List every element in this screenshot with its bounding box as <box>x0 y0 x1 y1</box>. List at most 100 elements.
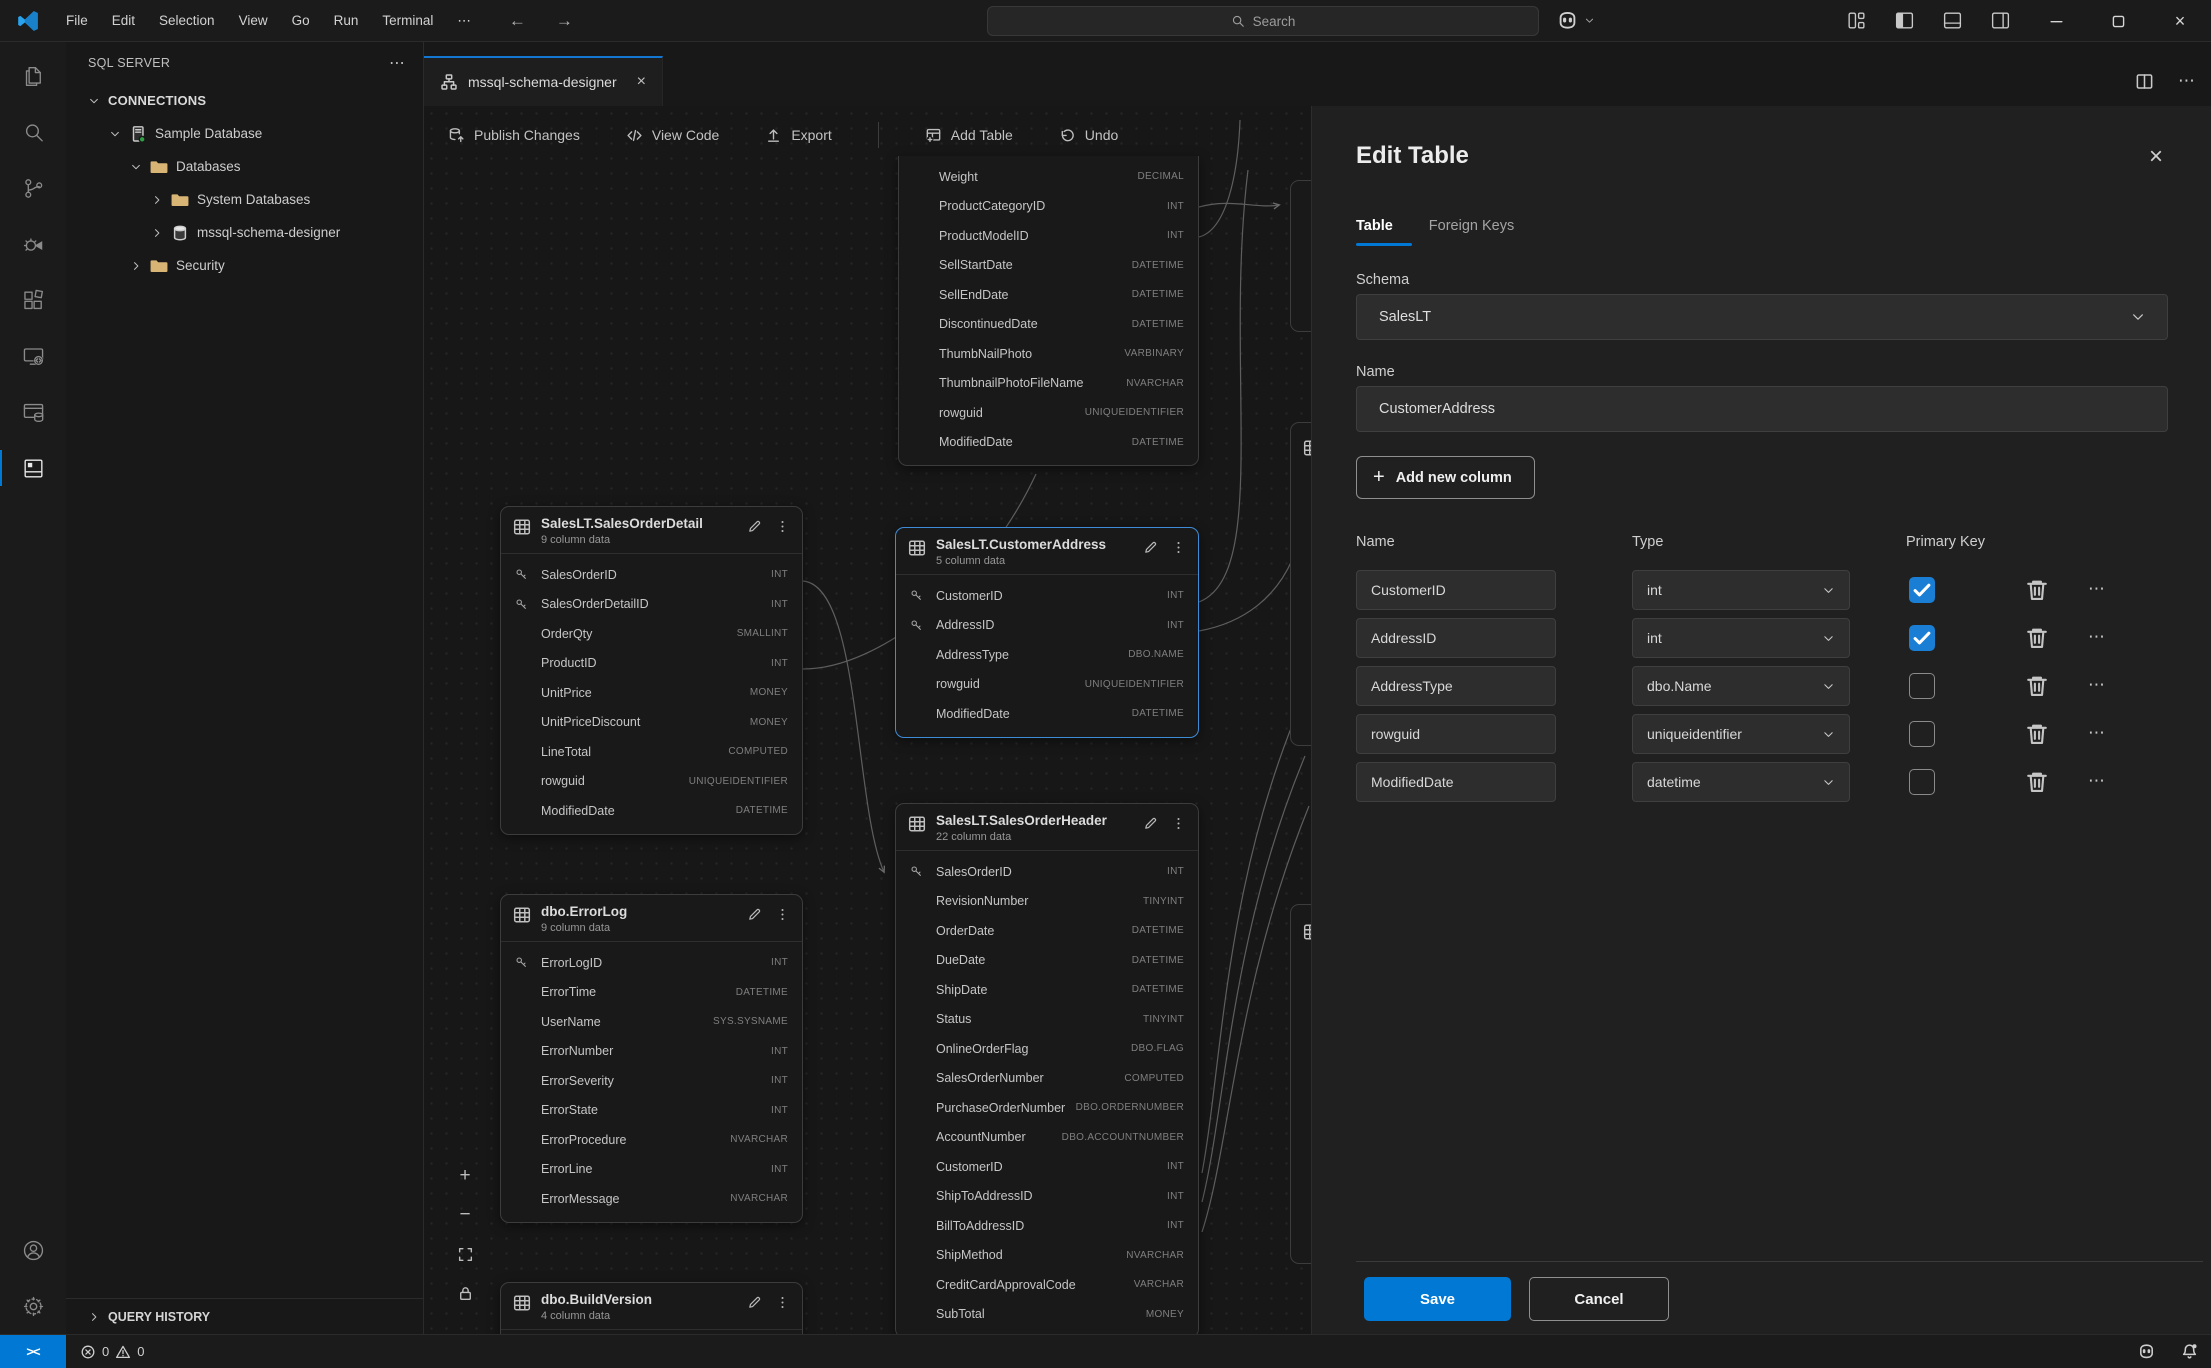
kebab-icon[interactable] <box>1171 816 1186 831</box>
column-name-input[interactable] <box>1356 570 1556 610</box>
copilot-status-icon[interactable] <box>2137 1342 2156 1361</box>
table-node-buildversion[interactable]: dbo.BuildVersion4 column data <box>500 1282 803 1334</box>
column-more-actions-icon[interactable]: ⋯ <box>2080 716 2114 750</box>
more-actions-icon[interactable]: ⋯ <box>387 53 407 73</box>
fit-view-icon[interactable] <box>452 1241 478 1267</box>
add-table-button[interactable]: Add Table <box>925 127 1013 144</box>
nav-forward-icon[interactable]: → <box>556 11 573 31</box>
editor-more-actions-icon[interactable]: ⋯ <box>2178 71 2195 91</box>
add-new-column-button[interactable]: + Add new column <box>1356 456 1535 499</box>
tree-item-connections[interactable]: CONNECTIONS <box>66 84 423 117</box>
menu-terminal[interactable]: Terminal <box>370 6 445 36</box>
column-type-dropdown[interactable]: datetime <box>1632 762 1850 802</box>
column-more-actions-icon[interactable]: ⋯ <box>2080 764 2114 798</box>
notifications-bell-icon[interactable] <box>2180 1342 2199 1361</box>
export-button[interactable]: Export <box>765 127 831 144</box>
activity-remote-explorer[interactable] <box>0 328 66 384</box>
tree-item-sample-database[interactable]: Sample Database <box>66 117 423 150</box>
zoom-in-button[interactable]: + <box>452 1163 478 1189</box>
pencil-icon[interactable] <box>747 519 762 534</box>
column-type-dropdown[interactable]: int <box>1632 570 1850 610</box>
kebab-icon[interactable] <box>1171 540 1186 555</box>
table-name-input[interactable] <box>1356 386 2168 432</box>
tab-close-icon[interactable]: × <box>637 73 646 91</box>
delete-column-icon[interactable] <box>2024 721 2050 747</box>
menu-overflow[interactable]: ⋯ <box>445 6 483 36</box>
column-type-dropdown[interactable]: int <box>1632 618 1850 658</box>
problems-status[interactable]: 0 0 <box>80 1344 144 1360</box>
kebab-icon[interactable] <box>775 907 790 922</box>
toggle-panel-icon[interactable] <box>1942 10 1963 31</box>
activity-source-control[interactable] <box>0 160 66 216</box>
delete-column-icon[interactable] <box>2024 673 2050 699</box>
lock-icon[interactable] <box>452 1280 478 1306</box>
column-more-actions-icon[interactable]: ⋯ <box>2080 572 2114 606</box>
save-button[interactable]: Save <box>1364 1277 1511 1321</box>
panel-tab-foreign-keys[interactable]: Foreign Keys <box>1429 218 1514 246</box>
close-icon[interactable]: × <box>2149 0 2211 42</box>
zoom-out-button[interactable]: − <box>452 1202 478 1228</box>
menu-go[interactable]: Go <box>280 6 322 36</box>
customize-layout-icon[interactable] <box>1846 10 1867 31</box>
activity-extensions[interactable] <box>0 272 66 328</box>
delete-column-icon[interactable] <box>2024 625 2050 651</box>
table-node-errorlog[interactable]: dbo.ErrorLog9 column dataErrorLogIDINTEr… <box>500 894 803 1223</box>
publish-changes-button[interactable]: Publish Changes <box>448 127 580 144</box>
toggle-primary-sidebar-icon[interactable] <box>1894 10 1915 31</box>
tree-item-security[interactable]: Security <box>66 249 423 282</box>
menu-selection[interactable]: Selection <box>147 6 227 36</box>
panel-close-icon[interactable]: × <box>2141 142 2171 172</box>
pencil-icon[interactable] <box>1143 540 1158 555</box>
delete-column-icon[interactable] <box>2024 577 2050 603</box>
tree-item-mssql-schema-designer[interactable]: mssql-schema-designer <box>66 216 423 249</box>
activity-explorer[interactable] <box>0 48 66 104</box>
column-more-actions-icon[interactable]: ⋯ <box>2080 668 2114 702</box>
menu-edit[interactable]: Edit <box>100 6 147 36</box>
activity-run-debug[interactable] <box>0 216 66 272</box>
primary-key-checkbox[interactable] <box>1909 721 1935 747</box>
tab-mssql-schema-designer[interactable]: mssql-schema-designer × <box>424 56 663 106</box>
menu-view[interactable]: View <box>227 6 280 36</box>
pencil-icon[interactable] <box>1143 816 1158 831</box>
pencil-icon[interactable] <box>747 1295 762 1310</box>
cancel-button[interactable]: Cancel <box>1529 1277 1669 1321</box>
schema-dropdown[interactable]: SalesLT <box>1356 294 2168 340</box>
view-code-button[interactable]: View Code <box>626 127 719 144</box>
column-name-input[interactable] <box>1356 762 1556 802</box>
kebab-icon[interactable] <box>775 519 790 534</box>
minimize-icon[interactable] <box>2025 0 2087 42</box>
menu-file[interactable]: File <box>54 6 100 36</box>
copilot-menu[interactable] <box>1556 9 1595 32</box>
undo-button[interactable]: Undo <box>1059 127 1118 144</box>
split-editor-icon[interactable] <box>2135 72 2154 91</box>
column-more-actions-icon[interactable]: ⋯ <box>2080 620 2114 654</box>
activity-sql-server-connections[interactable] <box>0 384 66 440</box>
column-name-input[interactable] <box>1356 714 1556 754</box>
delete-column-icon[interactable] <box>2024 769 2050 795</box>
panel-tab-table[interactable]: Table <box>1356 218 1393 246</box>
column-type-dropdown[interactable]: uniqueidentifier <box>1632 714 1850 754</box>
activity-search[interactable] <box>0 104 66 160</box>
pencil-icon[interactable] <box>747 907 762 922</box>
nav-back-icon[interactable]: ← <box>509 11 526 31</box>
table-node-salesorderdetail[interactable]: SalesLT.SalesOrderDetail9 column dataSal… <box>500 506 803 835</box>
search-box[interactable]: Search <box>987 6 1539 36</box>
primary-key-checkbox[interactable] <box>1909 673 1935 699</box>
table-node-product-partial[interactable]: WeightDECIMALProductCategoryIDINTProduct… <box>898 156 1199 466</box>
primary-key-checkbox[interactable] <box>1909 625 1935 651</box>
primary-key-checkbox[interactable] <box>1909 769 1935 795</box>
primary-key-checkbox[interactable] <box>1909 577 1935 603</box>
query-history-section[interactable]: QUERY HISTORY <box>66 1298 423 1334</box>
column-type-dropdown[interactable]: dbo.Name <box>1632 666 1850 706</box>
menu-run[interactable]: Run <box>322 6 371 36</box>
toggle-secondary-sidebar-icon[interactable] <box>1990 10 2011 31</box>
table-node-customeraddress[interactable]: SalesLT.CustomerAddress5 column dataCust… <box>895 527 1199 738</box>
column-name-input[interactable] <box>1356 618 1556 658</box>
column-name-input[interactable] <box>1356 666 1556 706</box>
kebab-icon[interactable] <box>775 1295 790 1310</box>
remote-indicator[interactable]: >< <box>0 1335 66 1368</box>
maximize-icon[interactable] <box>2087 0 2149 42</box>
tree-item-databases[interactable]: Databases <box>66 150 423 183</box>
activity-settings[interactable] <box>0 1278 66 1334</box>
activity-schema-designer[interactable] <box>0 440 66 496</box>
